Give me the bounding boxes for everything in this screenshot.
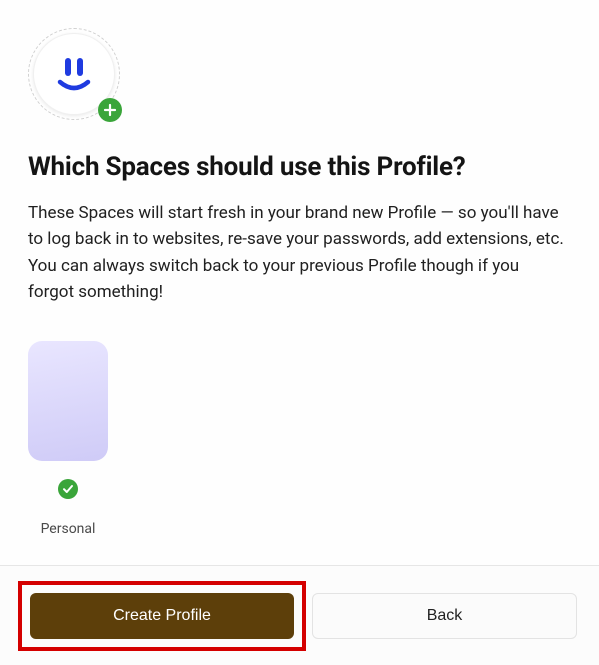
page-title: Which Spaces should use this Profile?	[28, 152, 571, 182]
check-icon	[58, 479, 78, 499]
smiley-icon	[50, 50, 98, 98]
profile-avatar	[28, 28, 120, 120]
page-description: These Spaces will start fresh in your br…	[28, 200, 568, 305]
back-button[interactable]: Back	[312, 593, 577, 639]
space-label: Personal	[41, 521, 96, 537]
create-profile-button[interactable]: Create Profile	[30, 593, 294, 639]
space-tile[interactable]	[28, 341, 108, 461]
dialog-footer: Create Profile Back	[0, 565, 599, 665]
plus-badge-icon	[98, 98, 122, 122]
space-item-personal[interactable]: Personal	[28, 341, 108, 537]
highlight-annotation: Create Profile	[18, 581, 306, 651]
dialog-content: Which Spaces should use this Profile? Th…	[0, 0, 599, 537]
